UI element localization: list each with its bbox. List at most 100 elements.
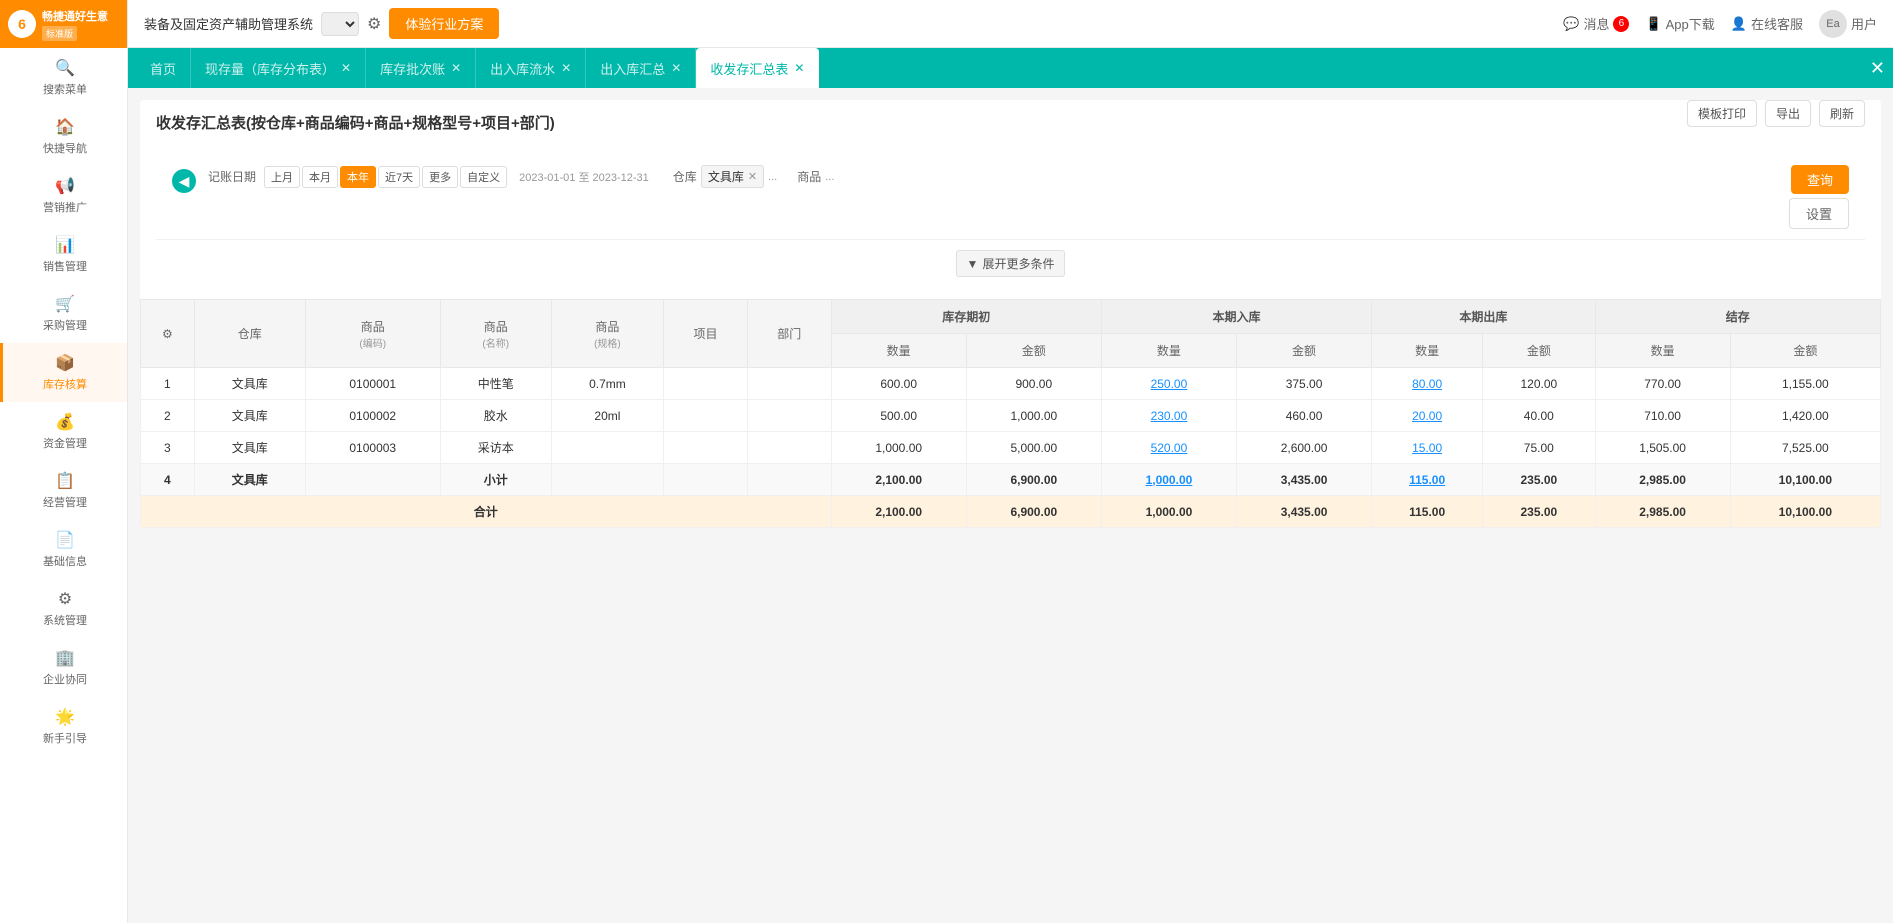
tab-inventory-dist[interactable]: 现存量（库存分布表）✕ (191, 48, 366, 88)
total-out-qty: 115.00 (1372, 496, 1483, 528)
row-in-amt: 375.00 (1237, 368, 1372, 400)
total-bal-qty: 2,985.00 (1595, 496, 1730, 528)
date-btn-上月[interactable]: 上月 (264, 166, 300, 188)
goods-more-btn[interactable]: ... (825, 171, 834, 183)
experience-btn[interactable]: 体验行业方案 (389, 8, 499, 39)
row-in-qty[interactable]: 250.00 (1101, 368, 1236, 400)
settings-icon: ⚙ (162, 327, 173, 341)
warehouse-filter: 仓库 文具库 ✕ ... (673, 165, 777, 188)
app-download-btn[interactable]: 📱 App下载 (1645, 14, 1714, 33)
row-project (664, 400, 748, 432)
date-btn-自定义[interactable]: 自定义 (460, 166, 507, 188)
query-btn[interactable]: 查询 (1791, 165, 1849, 194)
subtotal-out-qty: 115.00 (1372, 464, 1483, 496)
print-btn[interactable]: 模板打印 (1687, 100, 1757, 127)
sidebar-item-marketing[interactable]: 📢 营销推广 (0, 166, 127, 225)
sales-icon: 📊 (55, 235, 75, 255)
business-label: 经营管理 (43, 494, 87, 510)
sidebar-item-inventory[interactable]: 📦 库存核算 (0, 343, 127, 402)
logo-tag: 标准版 (42, 26, 77, 41)
sidebar-item-enterprise[interactable]: 🏢 企业协同 (0, 638, 127, 697)
sidebar-item-basic-info[interactable]: 📄 基础信息 (0, 520, 127, 579)
row-in-amt: 460.00 (1237, 400, 1372, 432)
subtotal-out-amt: 235.00 (1483, 464, 1595, 496)
sidebar-item-system[interactable]: ⚙ 系统管理 (0, 579, 127, 638)
service-icon: 👤 (1731, 16, 1747, 32)
page-header: 收发存汇总表(按仓库+商品编码+商品+规格型号+项目+部门) 模板打印 导出 刷… (140, 100, 1881, 299)
tab-label: 出入库汇总 (600, 59, 665, 78)
th-project: 项目 (664, 300, 748, 368)
tab-close-icon[interactable]: ✕ (341, 61, 351, 75)
tab-label: 首页 (150, 59, 176, 78)
row-bal-qty: 770.00 (1595, 368, 1730, 400)
total-in-amt: 3,435.00 (1237, 496, 1372, 528)
tabbar: 首页现存量（库存分布表）✕库存批次账✕出入库流水✕出入库汇总✕收发存汇总表✕ ✕ (128, 48, 1893, 88)
sidebar-item-sales[interactable]: 📊 销售管理 (0, 225, 127, 284)
row-in-qty[interactable]: 230.00 (1101, 400, 1236, 432)
gear-icon[interactable]: ⚙ (367, 14, 381, 34)
date-buttons: 上月本月本年近7天更多自定义 (264, 166, 507, 188)
subtotal-name: 小计 (440, 464, 551, 496)
sidebar-item-business[interactable]: 📋 经营管理 (0, 461, 127, 520)
row-num: 2 (141, 400, 195, 432)
sidebar-item-purchase[interactable]: 🛒 采购管理 (0, 284, 127, 343)
sidebar-item-search[interactable]: 🔍 搜索菜单 (0, 48, 127, 107)
sidebar-item-finance[interactable]: 💰 资金管理 (0, 402, 127, 461)
system-select[interactable] (321, 12, 359, 36)
row-in-amt: 2,600.00 (1237, 432, 1372, 464)
sidebar-item-quick-nav[interactable]: 🏠 快捷导航 (0, 107, 127, 166)
tab-home[interactable]: 首页 (136, 48, 191, 88)
warehouse-tag-close[interactable]: ✕ (748, 170, 757, 183)
row-in-qty[interactable]: 520.00 (1101, 432, 1236, 464)
tab-in-out-sum[interactable]: 出入库汇总 ✕ (586, 48, 696, 88)
sales-label: 销售管理 (43, 258, 87, 274)
row-out-qty[interactable]: 15.00 (1372, 432, 1483, 464)
table-row: 3 文具库 0100003 采访本 1,000.00 5,000.00 520.… (141, 432, 1881, 464)
enterprise-icon: 🏢 (55, 648, 75, 668)
table-row: 1 文具库 0100001 中性笔 0.7mm 600.00 900.00 25… (141, 368, 1881, 400)
user-btn[interactable]: Ea 用户 (1819, 10, 1877, 38)
tab-close-icon[interactable]: ✕ (451, 61, 461, 75)
warehouse-tag[interactable]: 文具库 ✕ (701, 165, 764, 188)
export-btn[interactable]: 导出 (1765, 100, 1811, 127)
th-in-amt: 金额 (1237, 334, 1372, 368)
total-open-qty: 2,100.00 (831, 496, 966, 528)
tab-close-icon[interactable]: ✕ (671, 61, 681, 75)
refresh-btn[interactable]: 刷新 (1819, 100, 1865, 127)
tabbar-close-icon[interactable]: ✕ (1870, 58, 1885, 79)
total-label: 合计 (141, 496, 832, 528)
tab-close-icon[interactable]: ✕ (794, 61, 804, 75)
row-name: 中性笔 (440, 368, 551, 400)
row-out-qty[interactable]: 80.00 (1372, 368, 1483, 400)
filter-bar: ◀ 记账日期 上月本月本年近7天更多自定义 2023-01-01 至 2023-… (156, 155, 1865, 240)
business-icon: 📋 (55, 471, 75, 491)
message-btn[interactable]: 💬 消息 6 (1563, 14, 1629, 33)
tab-in-out-flow[interactable]: 出入库流水✕ (476, 48, 586, 88)
date-btn-更多[interactable]: 更多 (422, 166, 458, 188)
filter-setting-btn[interactable]: 设置 (1789, 198, 1849, 229)
sidebar-item-guide[interactable]: 🌟 新手引导 (0, 697, 127, 756)
date-btn-本月[interactable]: 本月 (302, 166, 338, 188)
tab-close-icon[interactable]: ✕ (561, 61, 571, 75)
filter-toggle-btn[interactable]: ◀ (172, 169, 196, 193)
quick-nav-label: 快捷导航 (43, 140, 87, 156)
tab-label: 库存批次账 (380, 59, 445, 78)
finance-icon: 💰 (55, 412, 75, 432)
date-btn-本年[interactable]: 本年 (340, 166, 376, 188)
th-gear[interactable]: ⚙ (141, 300, 195, 368)
expand-more-btn[interactable]: ▼ 展开更多条件 (956, 250, 1066, 277)
th-warehouse: 仓库 (194, 300, 305, 368)
th-bal-qty: 数量 (1595, 334, 1730, 368)
tab-batch[interactable]: 库存批次账 ✕ (366, 48, 476, 88)
row-out-qty[interactable]: 20.00 (1372, 400, 1483, 432)
tab-recv-send-sum[interactable]: 收发存汇总表✕ (696, 48, 819, 88)
row-dept (747, 368, 831, 400)
date-btn-近7天[interactable]: 近7天 (378, 166, 420, 188)
warehouse-more-btn[interactable]: ... (768, 171, 777, 183)
subtotal-bal-qty: 2,985.00 (1595, 464, 1730, 496)
th-out-qty: 数量 (1372, 334, 1483, 368)
quick-nav-icon: 🏠 (55, 117, 75, 137)
row-open-amt: 900.00 (966, 368, 1101, 400)
user-avatar: Ea (1819, 10, 1847, 38)
online-service-btn[interactable]: 👤 在线客服 (1731, 14, 1803, 33)
